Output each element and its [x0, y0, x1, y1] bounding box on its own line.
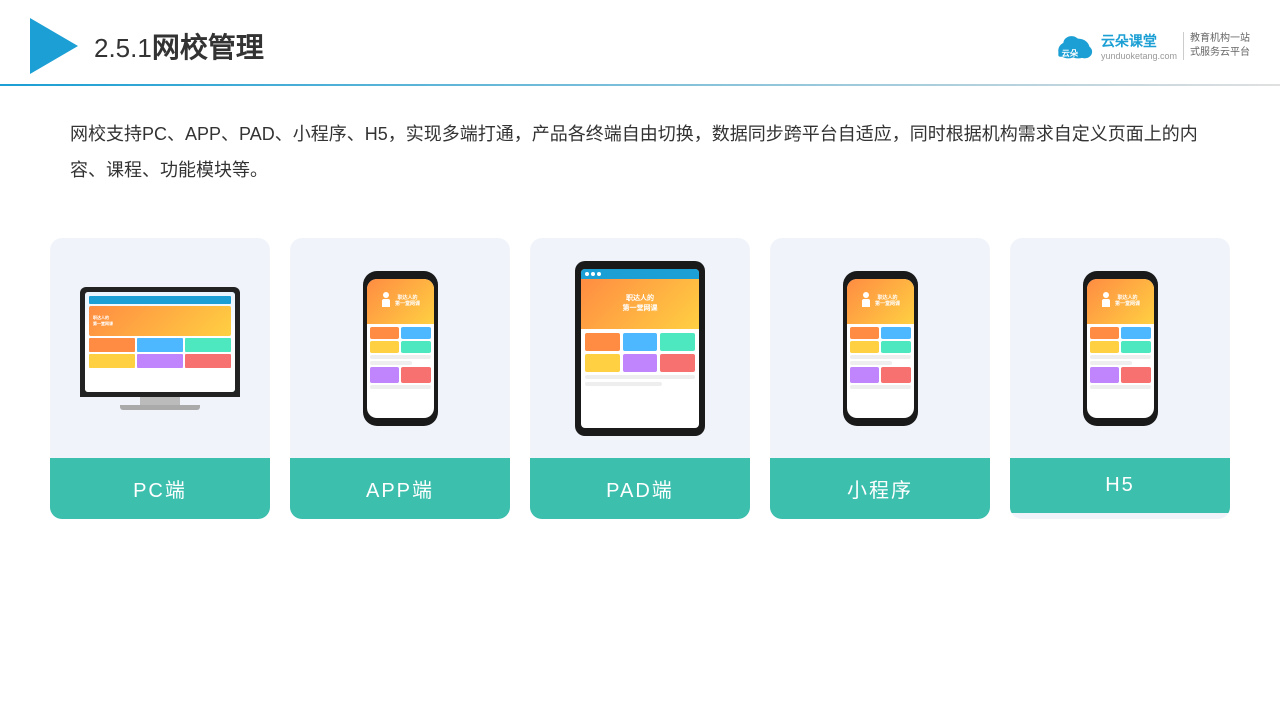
card-pc-label: PC端	[50, 458, 270, 519]
page-title: 2.5.1网校管理	[94, 26, 264, 66]
tablet-screen: 职达人的第一堂网课	[581, 269, 699, 428]
pc-stand	[140, 397, 180, 405]
phone-notch	[388, 271, 413, 277]
card-app-image: 职达人的第一堂网课	[290, 238, 510, 458]
card-miniprogram-label: 小程序	[770, 458, 990, 519]
card-pc: 职达人的第一堂网课	[50, 238, 270, 519]
phone-mockup-app: 职达人的第一堂网课	[363, 271, 438, 426]
card-pad-label: PAD端	[530, 458, 750, 519]
card-pc-image: 职达人的第一堂网课	[50, 238, 270, 458]
card-miniprogram-image: 职达人的第一堂网课	[770, 238, 990, 458]
phone-notch-mini	[868, 271, 893, 277]
page-title-text: 网校管理	[152, 32, 264, 63]
card-h5: 职达人的第一堂网课	[1010, 238, 1230, 519]
brand-tagline: 教育机构一站式服务云平台	[1183, 32, 1250, 60]
cloud-icon: 云朵	[1053, 32, 1095, 60]
svg-text:云朵: 云朵	[1062, 48, 1079, 58]
logo-triangle-icon	[30, 18, 78, 74]
card-miniprogram: 职达人的第一堂网课	[770, 238, 990, 519]
pc-base	[120, 405, 200, 410]
card-h5-label: H5	[1010, 458, 1230, 513]
phone-screen-h5: 职达人的第一堂网课	[1087, 279, 1154, 418]
pc-mockup: 职达人的第一堂网课	[80, 287, 240, 410]
phone-mockup-mini: 职达人的第一堂网课	[843, 271, 918, 426]
header-left: 2.5.1网校管理	[30, 18, 264, 74]
phone-notch-h5	[1108, 271, 1133, 277]
brand-area: 云朵 云朵课堂 yunduoketang.com 教育机构一站式服务云平台	[1053, 31, 1250, 61]
card-app: 职达人的第一堂网课	[290, 238, 510, 519]
card-app-label: APP端	[290, 458, 510, 519]
pc-screen-inner: 职达人的第一堂网课	[85, 292, 235, 392]
pc-screen-outer: 职达人的第一堂网课	[80, 287, 240, 397]
tablet-mockup: 职达人的第一堂网课	[575, 261, 705, 436]
page-title-prefix: 2.5.1	[94, 33, 152, 63]
phone-mockup-h5: 职达人的第一堂网课	[1083, 271, 1158, 426]
header: 2.5.1网校管理 云朵 云朵课堂 yunduoketang.com 教育机构一…	[0, 0, 1280, 74]
card-pad-image: 职达人的第一堂网课	[530, 238, 750, 458]
brand-logo: 云朵 云朵课堂 yunduoketang.com 教育机构一站式服务云平台	[1053, 31, 1250, 61]
card-h5-image: 职达人的第一堂网课	[1010, 238, 1230, 458]
phone-screen-mini: 职达人的第一堂网课	[847, 279, 914, 418]
phone-screen-app: 职达人的第一堂网课	[367, 279, 434, 418]
cards-section: 职达人的第一堂网课	[0, 218, 1280, 539]
card-pad: 职达人的第一堂网课	[530, 238, 750, 519]
description-text: 网校支持PC、APP、PAD、小程序、H5，实现多端打通，产品各终端自由切换，数…	[0, 86, 1280, 208]
brand-name: 云朵课堂 yunduoketang.com	[1101, 31, 1177, 61]
